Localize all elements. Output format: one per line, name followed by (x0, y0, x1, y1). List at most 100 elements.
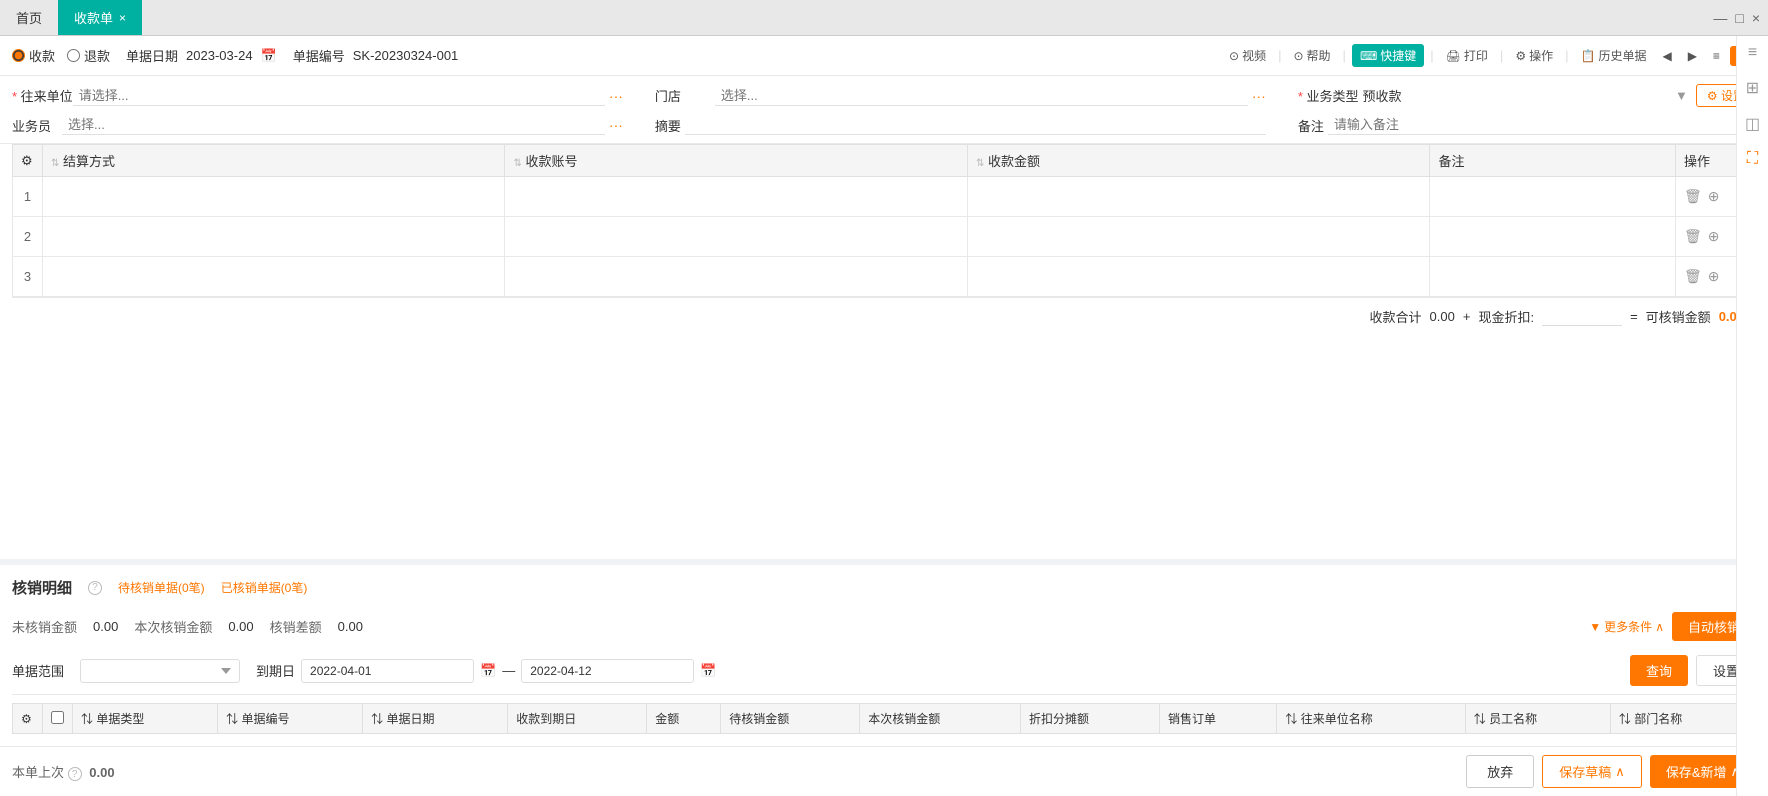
form-row-1: 往来单位 ··· 门店 ··· 业务类型 预收款 ▼ ⚙ 设置 (12, 84, 1756, 107)
copy-btn-3[interactable]: ⊕ (1708, 268, 1720, 285)
vcol-doc-no-header: ⇅ 单据编号 (218, 704, 363, 734)
table-row: 2 🗑 ⊕ (13, 217, 1756, 257)
business-type-field: 业务类型 预收款 ▼ ⚙ 设置 (1298, 84, 1756, 107)
sort-icon: ⇅ (371, 712, 383, 726)
account-cell-2[interactable] (505, 217, 967, 257)
history-btn[interactable]: 📋 历史单据 (1574, 45, 1652, 66)
tab-verified[interactable]: 已核销单据(0笔) (221, 579, 308, 596)
shortcut-icon: ⌨ (1360, 49, 1377, 63)
radio-refund[interactable]: 退款 (67, 46, 110, 65)
store-input[interactable] (715, 86, 1248, 106)
discount-input[interactable] (1542, 306, 1622, 326)
doc-no-label: 单据编号 (293, 46, 345, 65)
vcol-amount-header: 金额 (647, 704, 721, 734)
doc-date-label: 单据日期 (126, 46, 178, 65)
form-row-2: 业务员 ··· 摘要 备注 (12, 115, 1756, 135)
tab-receipt[interactable]: 收款单 × (58, 0, 142, 35)
current-label: 本次核销金额 (134, 617, 212, 636)
vcol-settings-header[interactable]: ⚙ (13, 704, 43, 734)
counterpart-input[interactable] (73, 86, 605, 106)
operation-btn[interactable]: ⚙ 操作 (1509, 45, 1559, 66)
top-toolbar: 收款 退款 单据日期 2023-03-24 📅 单据编号 SK-20230324… (0, 36, 1768, 76)
doc-no-value: SK-20230324-001 (353, 48, 459, 63)
date-to-label: 到期日 (256, 661, 295, 680)
range-select[interactable] (80, 659, 240, 683)
col-settings-header[interactable]: ⚙ (13, 145, 43, 177)
sidebar-icon-4[interactable]: ⛶ (1747, 150, 1758, 168)
calendar-to-icon[interactable]: 📅 (700, 663, 716, 679)
doc-info: 单据日期 2023-03-24 📅 单据编号 SK-20230324-001 (126, 46, 458, 65)
delete-btn-3[interactable]: 🗑 (1684, 268, 1702, 285)
amount-cell-1[interactable] (967, 177, 1429, 217)
sort-icon: ⇅ (1285, 712, 1297, 726)
video-btn[interactable]: ⊙ 视频 (1223, 45, 1272, 66)
amount-cell-2[interactable] (967, 217, 1429, 257)
sidebar-icon-2[interactable]: ⊞ (1746, 78, 1759, 98)
more-conditions-btn[interactable]: ▼ 更多条件 ∧ (1589, 618, 1664, 635)
range-field: 单据范围 (12, 659, 240, 683)
video-icon: ⊙ (1229, 49, 1239, 63)
verify-header: 核销明细 ? 待核销单据(0笔) 已核销单据(0笔) (12, 577, 1756, 598)
sidebar-icon-3[interactable]: ◫ (1745, 114, 1760, 134)
vcol-counterpart-header: ⇅ 往来单位名称 (1277, 704, 1465, 734)
calendar-icon[interactable]: 📅 (261, 48, 277, 64)
info-icon[interactable]: ? (68, 767, 82, 781)
tab-close-icon[interactable]: × (119, 11, 126, 25)
date-from-input[interactable] (301, 659, 474, 683)
remark-input[interactable] (1328, 115, 1756, 135)
staff-label: 业务员 (12, 116, 62, 135)
store-more-icon[interactable]: ··· (1252, 88, 1266, 104)
summary-input[interactable] (685, 115, 1266, 135)
tab-home[interactable]: 首页 (0, 0, 58, 35)
radio-receipt[interactable]: 收款 (12, 46, 55, 65)
window-minimize-icon[interactable]: — (1713, 10, 1727, 26)
print-btn[interactable]: 🖨 打印 (1440, 45, 1494, 66)
dropdown-icon[interactable]: ▼ (1675, 88, 1688, 103)
query-btn[interactable]: 查询 (1630, 655, 1688, 686)
remark-cell-2[interactable] (1430, 217, 1676, 257)
vcol-checkbox-header[interactable] (43, 704, 73, 734)
copy-btn-1[interactable]: ⊕ (1708, 188, 1720, 205)
delete-btn-1[interactable]: 🗑 (1684, 188, 1702, 205)
counterpart-more-icon[interactable]: ··· (609, 88, 623, 104)
copy-btn-2[interactable]: ⊕ (1708, 228, 1720, 245)
doc-date-value: 2023-03-24 (186, 48, 253, 63)
window-maximize-icon[interactable]: □ (1735, 10, 1743, 26)
account-cell-3[interactable] (505, 257, 967, 297)
remark-cell-3[interactable] (1430, 257, 1676, 297)
sidebar-icon-1[interactable]: ≡ (1748, 44, 1757, 62)
amount-cell-3[interactable] (967, 257, 1429, 297)
abandon-btn[interactable]: 放弃 (1466, 755, 1534, 788)
help-btn[interactable]: ⊙ 帮助 (1287, 45, 1336, 66)
calendar-from-icon[interactable]: 📅 (480, 663, 496, 679)
main-table: ⚙ ⇅ 结算方式 ⇅ 收款账号 ⇅ 收款金额 备注 (12, 144, 1756, 297)
verify-info-icon[interactable]: ? (88, 581, 102, 595)
staff-input[interactable] (62, 115, 605, 135)
nav-prev-btn[interactable]: ◀ (1656, 47, 1677, 65)
account-cell-1[interactable] (505, 177, 967, 217)
settlement-cell-2[interactable] (43, 217, 505, 257)
date-to-input[interactable] (521, 659, 694, 683)
summary-label: 摘要 (655, 116, 685, 135)
delete-btn-2[interactable]: 🗑 (1684, 228, 1702, 245)
shortcut-btn[interactable]: ⌨ 快捷键 (1352, 44, 1424, 67)
window-close-icon[interactable]: × (1752, 10, 1760, 26)
tab-pending[interactable]: 待核销单据(0笔) (118, 579, 205, 596)
vcol-doc-date-header: ⇅ 单据日期 (363, 704, 508, 734)
staff-more-icon[interactable]: ··· (609, 117, 623, 133)
sort-icon: ⇅ (1619, 712, 1631, 726)
check-all[interactable] (51, 711, 64, 724)
save-draft-btn[interactable]: 保存草稿 ∧ (1542, 755, 1642, 788)
counterpart-field: 往来单位 ··· (12, 86, 623, 106)
settlement-cell-1[interactable] (43, 177, 505, 217)
col-account-label: 收款账号 (526, 154, 578, 169)
range-label: 单据范围 (12, 661, 64, 680)
business-type-value: 预收款 (1363, 86, 1676, 105)
view-list-btn[interactable]: ≡ (1707, 47, 1726, 65)
vcol-dept-header: ⇅ 部门名称 (1610, 704, 1755, 734)
remark-cell-1[interactable] (1430, 177, 1676, 217)
nav-next-btn[interactable]: ▶ (1682, 47, 1703, 65)
help-icon: ⊙ (1293, 49, 1303, 63)
settlement-cell-3[interactable] (43, 257, 505, 297)
bottom-info: 本单上次 ? 0.00 (12, 762, 115, 782)
